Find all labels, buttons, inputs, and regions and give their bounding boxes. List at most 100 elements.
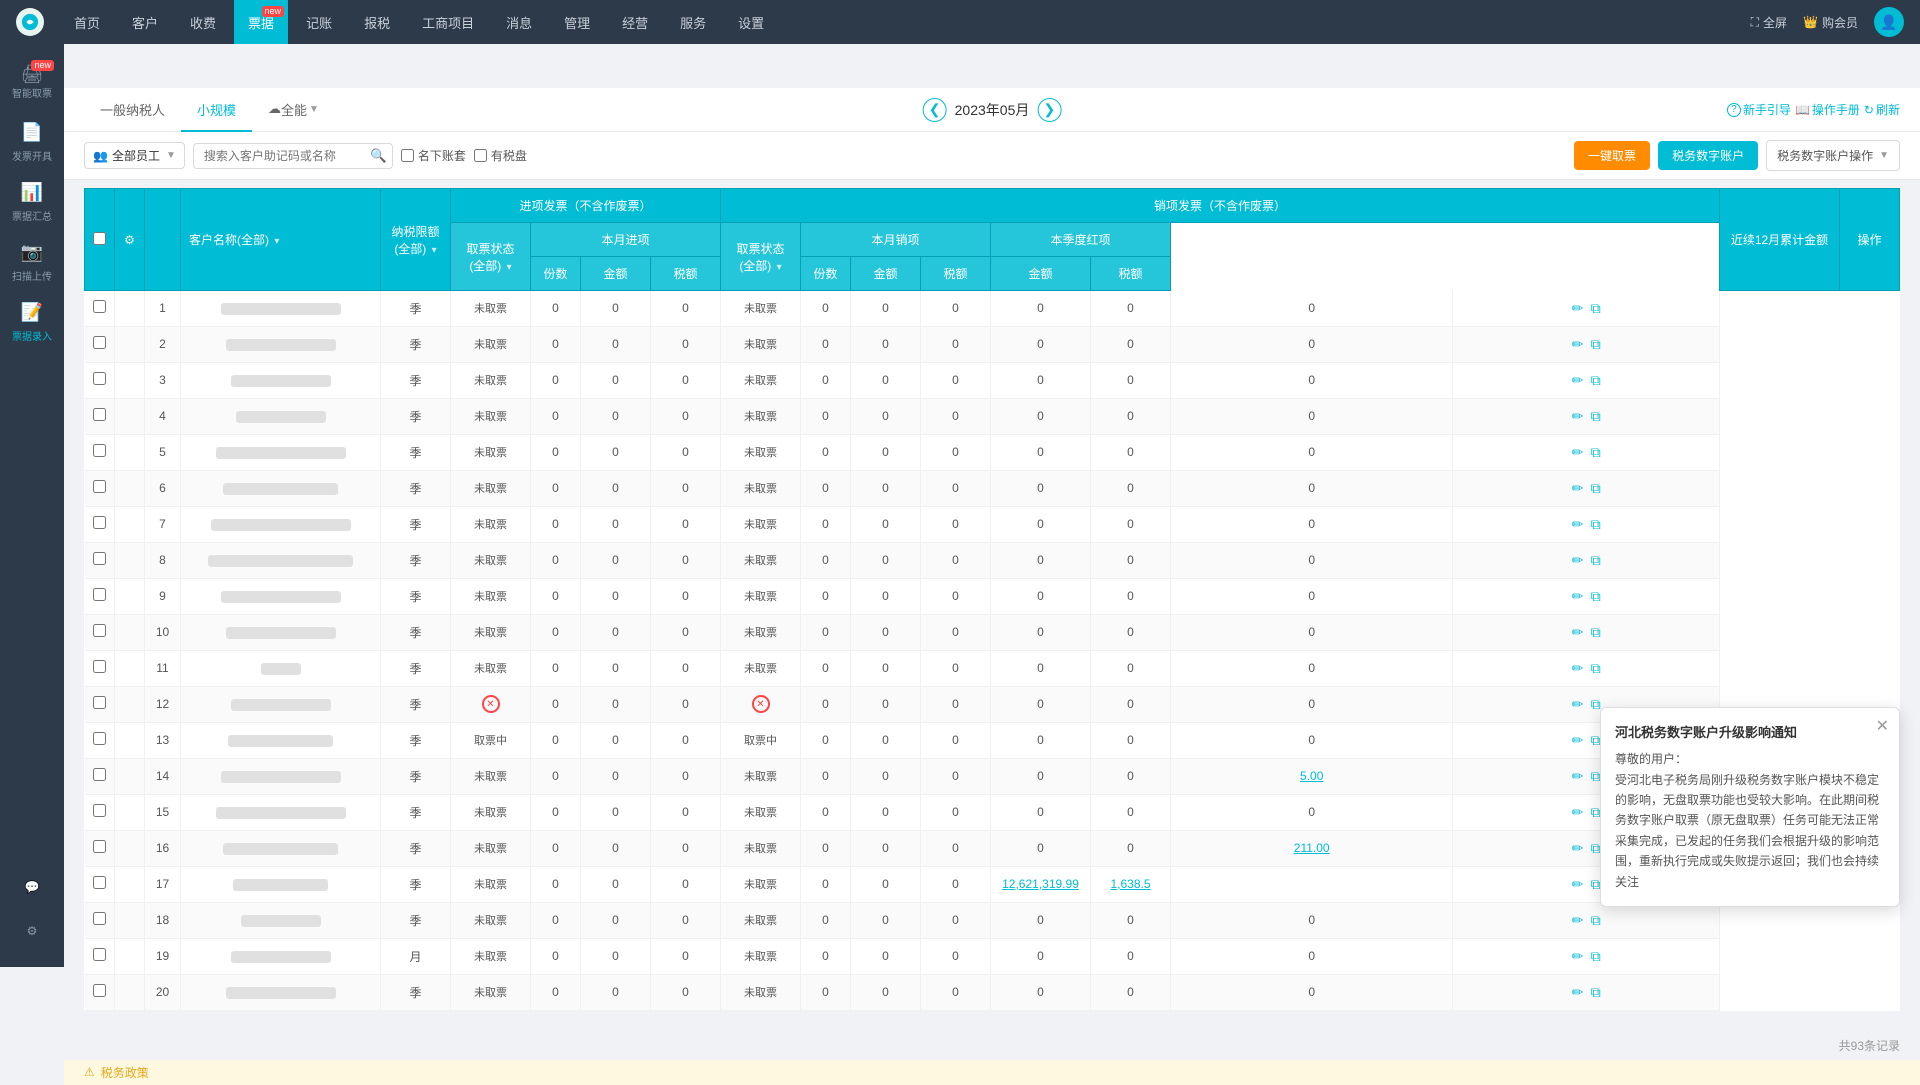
row-checkbox[interactable] xyxy=(93,408,106,421)
cell-checkbox[interactable] xyxy=(85,542,115,578)
row-checkbox[interactable] xyxy=(93,804,106,817)
cell-checkbox[interactable] xyxy=(85,686,115,722)
cell-client-name[interactable] xyxy=(181,902,381,938)
copy-btn[interactable]: ⧉ xyxy=(1589,478,1603,499)
search-input[interactable] xyxy=(193,143,393,169)
prev-month-btn[interactable]: ❮ xyxy=(923,98,947,122)
nav-accounting[interactable]: 记账 xyxy=(292,0,346,44)
cumulative-link[interactable]: 5.00 xyxy=(1300,769,1323,783)
cell-checkbox[interactable] xyxy=(85,578,115,614)
row-checkbox[interactable] xyxy=(93,948,106,961)
nav-business[interactable]: 工商项目 xyxy=(408,0,488,44)
copy-btn[interactable]: ⧉ xyxy=(1589,550,1603,571)
nav-fee[interactable]: 收费 xyxy=(176,0,230,44)
cell-checkbox[interactable] xyxy=(85,650,115,686)
cell-client-name[interactable] xyxy=(181,938,381,974)
edit-btn[interactable]: ✏ xyxy=(1570,406,1586,427)
edit-btn[interactable]: ✏ xyxy=(1570,802,1586,823)
th-quota[interactable]: 纳税限额(全部) ▾ xyxy=(381,189,451,291)
row-checkbox[interactable] xyxy=(93,480,106,493)
edit-btn[interactable]: ✏ xyxy=(1570,982,1586,1003)
edit-btn[interactable]: ✏ xyxy=(1570,298,1586,319)
copy-btn[interactable]: ⧉ xyxy=(1589,658,1603,679)
cell-checkbox[interactable] xyxy=(85,434,115,470)
edit-btn[interactable]: ✏ xyxy=(1570,334,1586,355)
next-month-btn[interactable]: ❯ xyxy=(1037,98,1061,122)
row-checkbox[interactable] xyxy=(93,768,106,781)
edit-btn[interactable]: ✏ xyxy=(1570,586,1586,607)
nav-settings[interactable]: 设置 xyxy=(724,0,778,44)
cell-client-name[interactable] xyxy=(181,291,381,327)
edit-btn[interactable]: ✏ xyxy=(1570,478,1586,499)
cell-client-name[interactable] xyxy=(181,326,381,362)
nav-message[interactable]: 消息 xyxy=(492,0,546,44)
row-checkbox[interactable] xyxy=(93,912,106,925)
row-checkbox[interactable] xyxy=(93,876,106,889)
copy-btn[interactable]: ⧉ xyxy=(1589,946,1603,967)
row-checkbox[interactable] xyxy=(93,588,106,601)
cell-client-name[interactable] xyxy=(181,614,381,650)
copy-btn[interactable]: ⧉ xyxy=(1589,406,1603,427)
copy-btn[interactable]: ⧉ xyxy=(1589,370,1603,391)
th-client-name[interactable]: 客户名称(全部) ▾ xyxy=(181,189,381,291)
cell-client-name[interactable] xyxy=(181,434,381,470)
under-account-checkbox[interactable] xyxy=(401,149,414,162)
cell-client-name[interactable] xyxy=(181,542,381,578)
edit-btn[interactable]: ✏ xyxy=(1570,658,1586,679)
cell-checkbox[interactable] xyxy=(85,722,115,758)
cell-checkbox[interactable] xyxy=(85,758,115,794)
cell-checkbox[interactable] xyxy=(85,794,115,830)
cell-checkbox[interactable] xyxy=(85,902,115,938)
copy-btn[interactable]: ⧉ xyxy=(1589,298,1603,319)
copy-btn[interactable]: ⧉ xyxy=(1589,910,1603,931)
cell-checkbox[interactable] xyxy=(85,470,115,506)
nav-client[interactable]: 客户 xyxy=(118,0,172,44)
edit-btn[interactable]: ✏ xyxy=(1570,370,1586,391)
manual-btn[interactable]: 📖 操作手册 xyxy=(1795,101,1860,118)
nav-tax[interactable]: 报税 xyxy=(350,0,404,44)
th-in-status[interactable]: 取票状态(全部) ▾ xyxy=(451,223,531,291)
tab-small-scale[interactable]: 小规模 xyxy=(181,88,252,132)
new-guide-btn[interactable]: ? 新手引导 xyxy=(1727,101,1791,118)
edit-btn[interactable]: ✏ xyxy=(1570,874,1586,895)
sidebar-item-invoice-entry[interactable]: 📝 票据录入 xyxy=(0,292,64,352)
edit-btn[interactable]: ✏ xyxy=(1570,910,1586,931)
cell-checkbox[interactable] xyxy=(85,291,115,327)
edit-btn[interactable]: ✏ xyxy=(1570,766,1586,787)
sidebar-settings-btn[interactable]: ⚙ xyxy=(12,911,52,951)
cell-client-name[interactable] xyxy=(181,362,381,398)
row-checkbox[interactable] xyxy=(93,444,106,457)
row-checkbox[interactable] xyxy=(93,552,106,565)
digital-account-ops-btn[interactable]: 税务数字账户操作 ▼ xyxy=(1766,140,1900,171)
cell-checkbox[interactable] xyxy=(85,614,115,650)
cell-client-name[interactable] xyxy=(181,830,381,866)
row-checkbox[interactable] xyxy=(93,660,106,673)
row-checkbox[interactable] xyxy=(93,624,106,637)
edit-btn[interactable]: ✏ xyxy=(1570,838,1586,859)
cell-client-name[interactable] xyxy=(181,866,381,902)
sidebar-item-invoice-summary[interactable]: 📊 票据汇总 xyxy=(0,172,64,232)
cell-client-name[interactable] xyxy=(181,398,381,434)
cell-client-name[interactable] xyxy=(181,722,381,758)
sidebar-message-btn[interactable]: 💬 xyxy=(12,867,52,907)
cell-client-name[interactable] xyxy=(181,686,381,722)
tab-all[interactable]: ☁ 全能 ▼ xyxy=(252,88,335,132)
red-amount-link[interactable]: 12,621,319.99 xyxy=(1002,877,1079,891)
row-checkbox[interactable] xyxy=(93,372,106,385)
edit-btn[interactable]: ✏ xyxy=(1570,730,1586,751)
copy-btn[interactable]: ⧉ xyxy=(1589,982,1603,1003)
cell-client-name[interactable] xyxy=(181,578,381,614)
select-all-checkbox[interactable] xyxy=(93,232,106,245)
cell-client-name[interactable] xyxy=(181,794,381,830)
cumulative-link[interactable]: 211.00 xyxy=(1294,841,1330,855)
copy-btn[interactable]: ⧉ xyxy=(1589,442,1603,463)
copy-btn[interactable]: ⧉ xyxy=(1589,514,1603,535)
copy-btn[interactable]: ⧉ xyxy=(1589,334,1603,355)
digital-account-btn[interactable]: 税务数字账户 xyxy=(1658,141,1758,170)
cell-checkbox[interactable] xyxy=(85,830,115,866)
cell-checkbox[interactable] xyxy=(85,974,115,1010)
cell-checkbox[interactable] xyxy=(85,506,115,542)
row-checkbox[interactable] xyxy=(93,696,106,709)
nav-home[interactable]: 首页 xyxy=(60,0,114,44)
row-checkbox[interactable] xyxy=(93,516,106,529)
